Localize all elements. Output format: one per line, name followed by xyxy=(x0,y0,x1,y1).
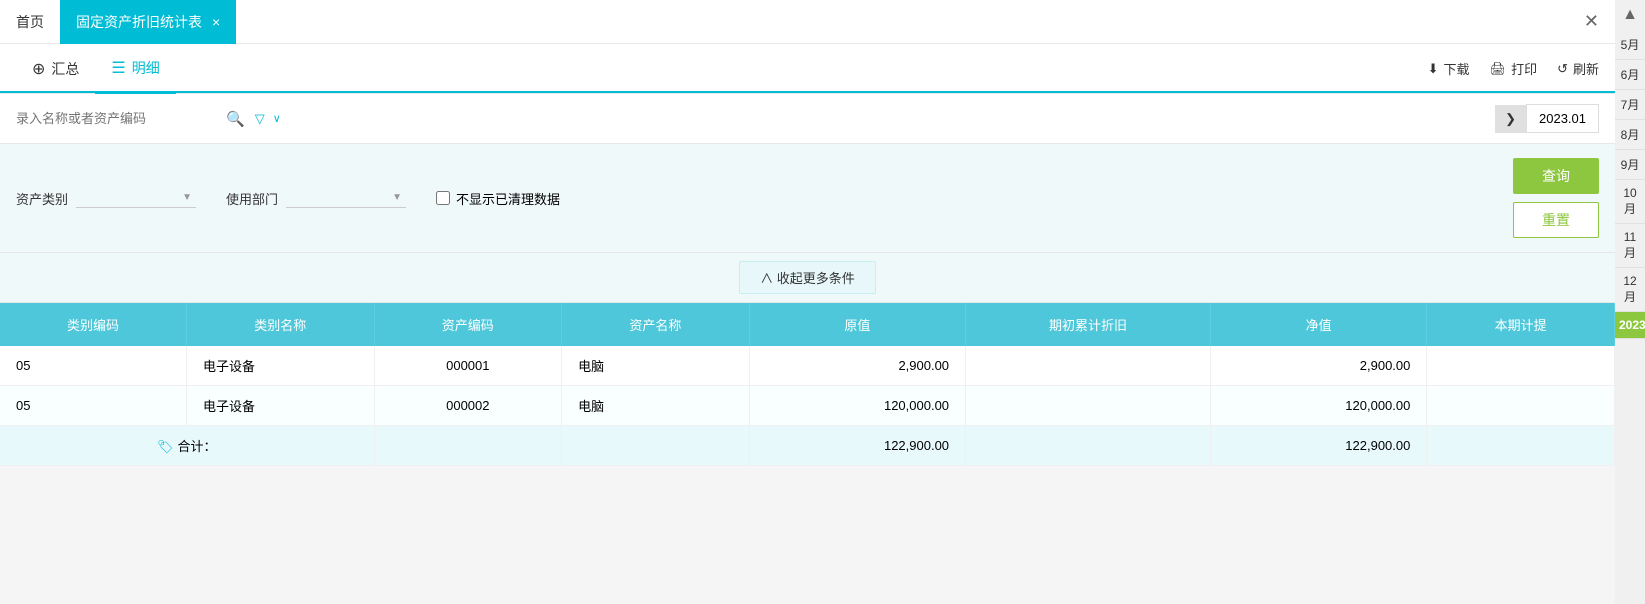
col-header-accumulated-dep: 期初累计折旧 xyxy=(966,303,1211,346)
sidebar-month-item[interactable]: 9月 xyxy=(1615,150,1645,180)
download-icon: ⬇ xyxy=(1428,61,1439,77)
filter-icon: ▽ xyxy=(255,111,265,127)
sidebar-month-item[interactable]: 7月 xyxy=(1615,90,1645,120)
asset-category-filter: 资产类别 xyxy=(16,188,196,208)
year-indicator[interactable]: 2023 xyxy=(1615,312,1645,339)
active-tab[interactable]: 固定资产折旧统计表 × xyxy=(60,0,236,44)
table-row: 05 电子设备 000002 电脑 120,000.00 120,000.00 xyxy=(0,386,1615,426)
tab-detail[interactable]: ☰ 明细 xyxy=(95,44,175,94)
col-header-category-name: 类别名称 xyxy=(186,303,374,346)
filter-row: 资产类别 使用部门 不显示已清理数据 查询 重置 xyxy=(0,144,1615,253)
cell-asset-code: 000002 xyxy=(374,386,562,426)
sidebar-month-item[interactable]: 12月 xyxy=(1615,268,1645,312)
col-header-asset-code: 资产编码 xyxy=(374,303,562,346)
data-table: 类别编码 类别名称 资产编码 资产名称 原值 期初累计折旧 净值 本期计提 05… xyxy=(0,303,1615,466)
use-department-label: 使用部门 xyxy=(226,189,278,208)
asset-category-select[interactable] xyxy=(76,188,196,208)
table-header-row: 类别编码 类别名称 资产编码 资产名称 原值 期初累计折旧 净值 本期计提 xyxy=(0,303,1615,346)
sidebar-nav-up[interactable]: ▲ xyxy=(1616,0,1644,30)
no-cleared-data-checkbox[interactable] xyxy=(436,191,450,205)
collapse-bar: ∧ 收起更多条件 xyxy=(0,253,1615,303)
col-header-category-code: 类别编码 xyxy=(0,303,186,346)
data-table-container: 类别编码 类别名称 资产编码 资产名称 原值 期初累计折旧 净值 本期计提 05… xyxy=(0,303,1615,466)
total-accumulated-dep xyxy=(966,426,1211,466)
cell-net-value: 120,000.00 xyxy=(1210,386,1426,426)
cell-current-dep xyxy=(1427,386,1615,426)
sidebar-month-item[interactable]: 11月 xyxy=(1615,224,1645,268)
total-label: 🏷合计： xyxy=(0,426,374,466)
refresh-button[interactable]: ↺ 刷新 xyxy=(1557,59,1599,78)
tab-close-icon[interactable]: × xyxy=(212,14,220,30)
sidebar-month-item[interactable]: 6月 xyxy=(1615,60,1645,90)
table-row: 05 电子设备 000001 电脑 2,900.00 2,900.00 xyxy=(0,346,1615,386)
print-icon: 🖨 xyxy=(1490,61,1507,77)
tab-summary-label: 汇总 xyxy=(51,59,79,79)
date-nav-prev[interactable]: ❯ xyxy=(1495,105,1526,133)
cell-asset-name: 电脑 xyxy=(562,386,750,426)
use-department-filter: 使用部门 xyxy=(226,188,406,208)
total-net-value: 122,900.00 xyxy=(1210,426,1426,466)
cell-original-value: 2,900.00 xyxy=(749,346,965,386)
detail-icon: ☰ xyxy=(111,58,125,78)
collapse-button[interactable]: ∧ 收起更多条件 xyxy=(739,261,876,294)
summary-icon: ⊕ xyxy=(32,59,45,79)
download-button[interactable]: ⬇ 下载 xyxy=(1428,59,1470,78)
cell-original-value: 120,000.00 xyxy=(749,386,965,426)
sub-tabs-container: ⊕ 汇总 ☰ 明细 ⬇ 下载 🖨 打印 ↺ 刷新 xyxy=(0,44,1615,94)
cell-asset-code: 000001 xyxy=(374,346,562,386)
col-header-original-value: 原值 xyxy=(749,303,965,346)
sidebar-month-item[interactable]: 5月 xyxy=(1615,30,1645,60)
print-button[interactable]: 🖨 打印 xyxy=(1490,59,1538,78)
search-icon[interactable]: 🔍 xyxy=(226,110,245,128)
cell-accumulated-dep xyxy=(966,386,1211,426)
col-header-current-dep: 本期计提 xyxy=(1427,303,1615,346)
download-label: 下载 xyxy=(1444,59,1470,78)
cell-accumulated-dep xyxy=(966,346,1211,386)
print-label: 打印 xyxy=(1511,59,1537,78)
total-current-dep xyxy=(1427,426,1615,466)
col-header-net-value: 净值 xyxy=(1210,303,1426,346)
cell-asset-name: 电脑 xyxy=(562,346,750,386)
cell-category-code: 05 xyxy=(0,346,186,386)
no-cleared-data-filter: 不显示已清理数据 xyxy=(436,189,560,208)
col-header-asset-name: 资产名称 xyxy=(562,303,750,346)
tab-title: 固定资产折旧统计表 xyxy=(76,12,202,32)
cell-category-name: 电子设备 xyxy=(186,346,374,386)
cell-current-dep xyxy=(1427,346,1615,386)
cell-category-name: 电子设备 xyxy=(186,386,374,426)
toolbar-right: ⬇ 下载 🖨 打印 ↺ 刷新 xyxy=(1428,59,1599,78)
refresh-label: 刷新 xyxy=(1573,59,1599,78)
no-cleared-data-label: 不显示已清理数据 xyxy=(456,189,560,208)
reset-button[interactable]: 重置 xyxy=(1513,202,1599,238)
filter-buttons: 查询 重置 xyxy=(1513,158,1599,238)
query-button[interactable]: 查询 xyxy=(1513,158,1599,194)
asset-category-label: 资产类别 xyxy=(16,189,68,208)
sidebar-month-item[interactable]: 8月 xyxy=(1615,120,1645,150)
search-input[interactable] xyxy=(16,111,216,126)
expand-arrow-icon: ∨ xyxy=(273,112,281,125)
search-bar: 🔍 ▽ ∨ ❯ 2023.01 xyxy=(0,94,1615,144)
more-conditions-button[interactable]: ▽ ∨ xyxy=(255,111,281,127)
use-department-select[interactable] xyxy=(286,188,406,208)
refresh-icon: ↺ xyxy=(1557,61,1568,77)
date-display: 2023.01 xyxy=(1526,104,1599,133)
window-close-button[interactable]: ✕ xyxy=(1584,11,1599,32)
cell-category-code: 05 xyxy=(0,386,186,426)
tab-summary[interactable]: ⊕ 汇总 xyxy=(16,44,95,94)
date-nav: ❯ 2023.01 xyxy=(1495,104,1599,133)
table-total-row: 🏷合计： 122,900.00 122,900.00 xyxy=(0,426,1615,466)
home-tab[interactable]: 首页 xyxy=(16,12,60,32)
total-original-value: 122,900.00 xyxy=(749,426,965,466)
sidebar-month-item[interactable]: 10月 xyxy=(1615,180,1645,224)
cell-net-value: 2,900.00 xyxy=(1210,346,1426,386)
tab-detail-label: 明细 xyxy=(132,58,160,78)
right-sidebar: ▲ 5月6月7月8月9月10月11月12月 2023 xyxy=(1615,0,1645,604)
